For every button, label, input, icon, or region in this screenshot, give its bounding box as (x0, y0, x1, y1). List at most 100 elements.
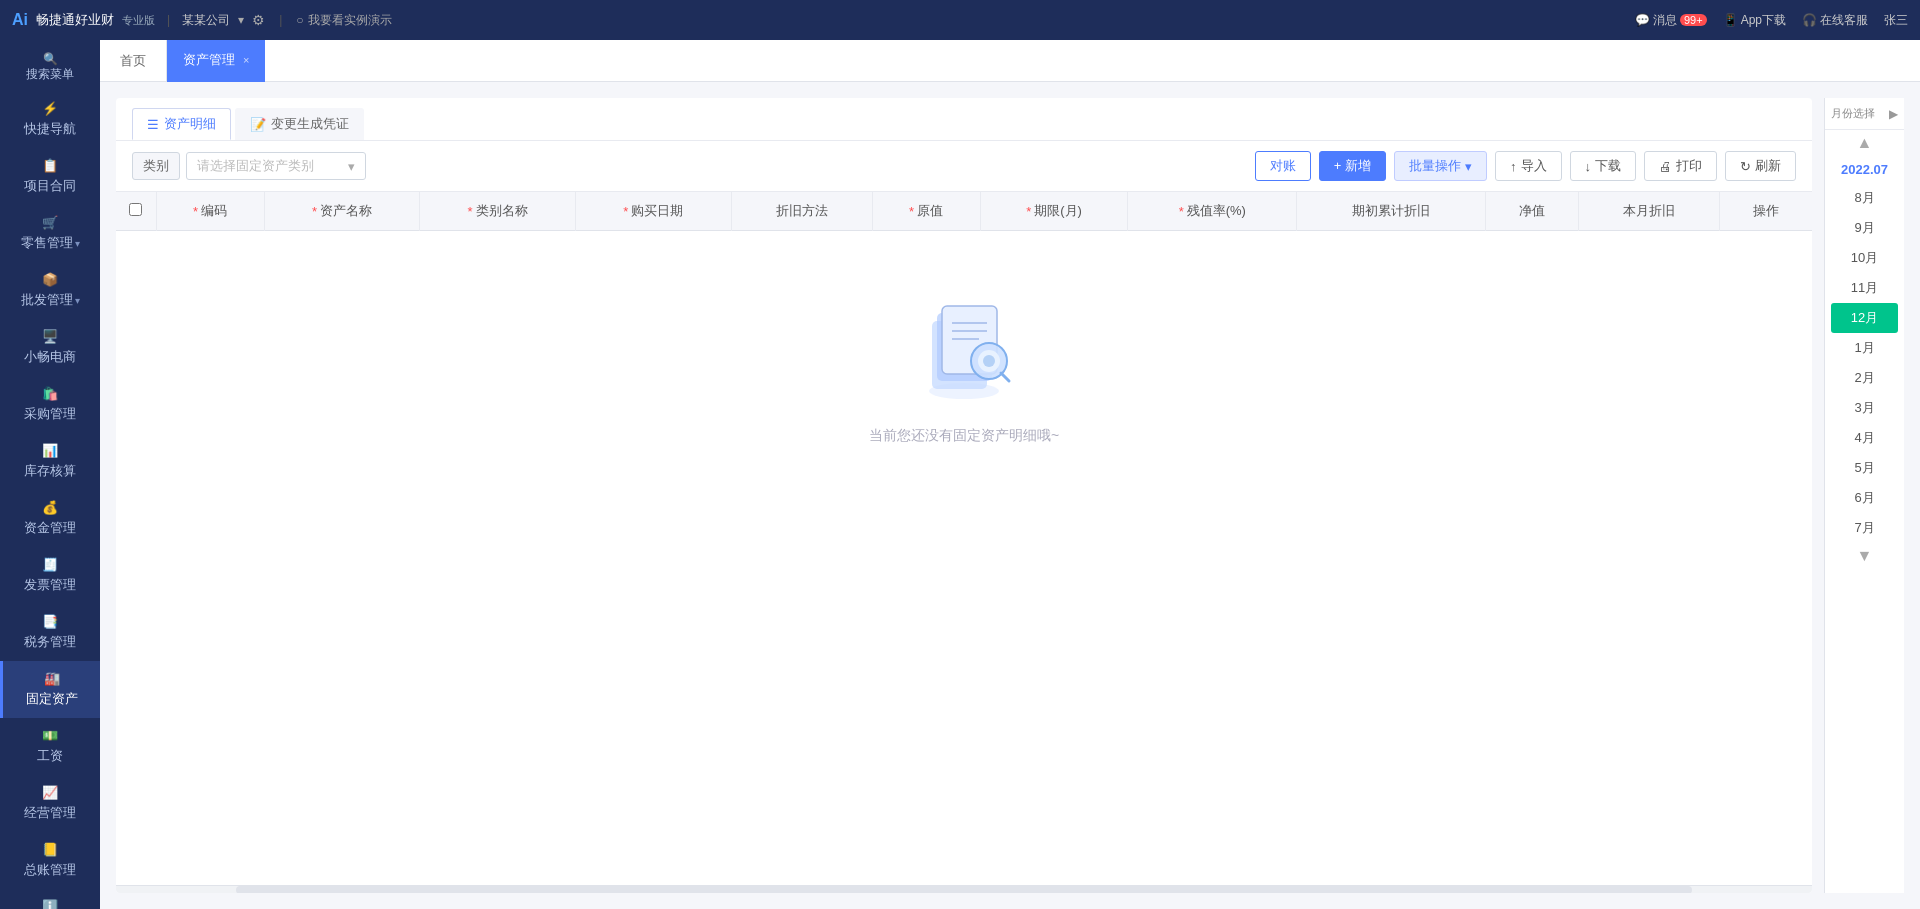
month-item[interactable]: 6月 (1825, 483, 1904, 513)
sidebar-item-wholesale[interactable]: 📦 批发管理 ▾ (0, 262, 100, 319)
import-icon: ↑ (1510, 159, 1517, 174)
inventory-icon: 📊 (42, 443, 58, 458)
add-new-button[interactable]: + 新增 (1319, 151, 1386, 181)
sub-tab-change-voucher[interactable]: 📝 变更生成凭证 (235, 108, 364, 140)
th-residual-rate: *残值率(%) (1128, 192, 1297, 231)
tab-close-icon[interactable]: × (243, 54, 249, 66)
select-all-checkbox[interactable] (129, 203, 142, 216)
message-icon: 💬 (1635, 13, 1650, 27)
th-monthly-depreciation: 本月折旧 (1579, 192, 1720, 231)
scrollbar-track[interactable] (236, 886, 1692, 893)
online-service-btn[interactable]: 🎧 在线客服 (1802, 12, 1868, 29)
month-panel-title: 月份选择 (1831, 106, 1875, 121)
sidebar-item-finance[interactable]: 💰 资金管理 (0, 490, 100, 547)
th-period-months: *期限(月) (980, 192, 1128, 231)
sidebar-item-tax[interactable]: 📑 税务管理 (0, 604, 100, 661)
scrollbar-bottom[interactable] (116, 885, 1812, 893)
payroll-icon: 💵 (42, 728, 58, 743)
refresh-button[interactable]: ↻ 刷新 (1725, 151, 1796, 181)
top-bar-right: 💬 消息 99+ 📱 App下载 🎧 在线客服 张三 (1635, 12, 1908, 29)
th-checkbox (116, 192, 156, 231)
sidebar-search-item[interactable]: 🔍 搜索菜单 (0, 44, 100, 91)
sidebar-item-operations[interactable]: 📈 经营管理 (0, 775, 100, 832)
month-item[interactable]: 11月 (1825, 273, 1904, 303)
tab-home[interactable]: 首页 (100, 40, 167, 82)
month-item[interactable]: 9月 (1825, 213, 1904, 243)
import-button[interactable]: ↑ 导入 (1495, 151, 1562, 181)
sub-tabs: ☰ 资产明细 📝 变更生成凭证 (116, 98, 1812, 141)
sub-tab-asset-detail[interactable]: ☰ 资产明细 (132, 108, 231, 140)
sidebar-item-purchase[interactable]: 🛍️ 采购管理 (0, 376, 100, 433)
sidebar-item-quick-nav[interactable]: ⚡ 快捷导航 (0, 91, 100, 148)
sidebar-item-payroll[interactable]: 💵 工资 (0, 718, 100, 775)
month-item[interactable]: 8月 (1825, 183, 1904, 213)
message-btn[interactable]: 💬 消息 99+ (1635, 12, 1707, 29)
ecommerce-icon: 🖥️ (42, 329, 58, 344)
quick-nav-icon: ⚡ (42, 101, 58, 116)
month-item[interactable]: 3月 (1825, 393, 1904, 423)
tax-icon: 📑 (42, 614, 58, 629)
th-category-name: *类别名称 (420, 192, 576, 231)
fixed-assets-icon: 🏭 (44, 671, 60, 686)
sidebar-item-project-contract[interactable]: 📋 项目合同 (0, 148, 100, 205)
sidebar-item-inventory[interactable]: 📊 库存核算 (0, 433, 100, 490)
ledger-icon: 📒 (42, 842, 58, 857)
sidebar-item-fixed-assets[interactable]: 🏭 固定资产 (0, 661, 100, 718)
toolbar: 类别 请选择固定资产类别 ▾ 对账 + 新增 批量操作 ▾ (116, 141, 1812, 192)
tab-bar: 首页 资产管理 × (100, 40, 1920, 82)
refresh-icon: ↻ (1740, 159, 1751, 174)
download-button[interactable]: ↓ 下载 (1570, 151, 1637, 181)
demo-link[interactable]: ○ 我要看实例演示 (296, 12, 391, 29)
company-dropdown-icon[interactable]: ▾ (238, 13, 244, 27)
print-icon: 🖨 (1659, 159, 1672, 174)
sidebar-item-invoice[interactable]: 🧾 发票管理 (0, 547, 100, 604)
th-actions: 操作 (1720, 192, 1812, 231)
batch-ops-button[interactable]: 批量操作 ▾ (1394, 151, 1487, 181)
app-name: 畅捷通好业财 (36, 11, 114, 29)
month-nav-down[interactable]: ▼ (1825, 543, 1904, 569)
sidebar-item-ecommerce[interactable]: 🖥️ 小畅电商 (0, 319, 100, 376)
message-badge: 99+ (1680, 14, 1707, 26)
invoice-icon: 🧾 (42, 557, 58, 572)
app-download-btn[interactable]: 📱 App下载 (1723, 12, 1786, 29)
app-edition: 专业版 (122, 13, 155, 28)
project-icon: 📋 (42, 158, 58, 173)
top-bar: Ai 畅捷通好业财 专业版 | 某某公司 ▾ ⚙ | ○ 我要看实例演示 💬 消… (0, 0, 1920, 40)
asset-table: *编码 *资产名称 *类别名称 *购买日期 (116, 192, 1812, 231)
th-depreciation-method: 折旧方法 (731, 192, 872, 231)
month-item[interactable]: 1月 (1825, 333, 1904, 363)
headset-icon: 🎧 (1802, 13, 1817, 27)
month-item[interactable]: 5月 (1825, 453, 1904, 483)
top-bar-left: Ai 畅捷通好业财 专业版 | 某某公司 ▾ ⚙ | ○ 我要看实例演示 (12, 11, 392, 29)
month-nav-up[interactable]: ▲ (1825, 130, 1904, 156)
month-panel-collapse-icon[interactable]: ▶ (1889, 107, 1898, 121)
month-list: 8月9月10月11月12月1月2月3月4月5月6月7月 (1825, 183, 1904, 543)
month-item[interactable]: 7月 (1825, 513, 1904, 543)
change-icon: 📝 (250, 117, 266, 132)
user-name: 张三 (1884, 12, 1908, 29)
th-purchase-date: *购买日期 (575, 192, 731, 231)
sidebar-item-basic-info[interactable]: ℹ️ 基础信息 (0, 889, 100, 909)
month-item[interactable]: 2月 (1825, 363, 1904, 393)
finance-icon: 💰 (42, 500, 58, 515)
month-item[interactable]: 12月 (1831, 303, 1898, 333)
sidebar-item-retail[interactable]: 🛒 零售管理 ▾ (0, 205, 100, 262)
tab-asset-mgmt[interactable]: 资产管理 × (167, 40, 265, 82)
month-item[interactable]: 4月 (1825, 423, 1904, 453)
category-select[interactable]: 请选择固定资产类别 ▾ (186, 152, 366, 180)
list-icon: ☰ (147, 117, 159, 132)
retail-arrow-icon: ▾ (75, 238, 80, 249)
retail-icon: 🛒 (42, 215, 58, 230)
basic-info-icon: ℹ️ (42, 899, 58, 909)
month-item[interactable]: 10月 (1825, 243, 1904, 273)
sidebar-item-ledger[interactable]: 📒 总账管理 (0, 832, 100, 889)
th-accumulated-depreciation: 期初累计折旧 (1297, 192, 1486, 231)
settings-gear-icon[interactable]: ⚙ (252, 12, 265, 28)
empty-text: 当前您还没有固定资产明细哦~ (869, 427, 1059, 445)
month-panel: 月份选择 ▶ ▲ 2022.07 8月9月10月11月12月1月2月3月4月5月… (1824, 98, 1904, 893)
reconcile-button[interactable]: 对账 (1255, 151, 1311, 181)
print-button[interactable]: 🖨 打印 (1644, 151, 1717, 181)
operations-icon: 📈 (42, 785, 58, 800)
content-area: 首页 资产管理 × ☰ 资产明细 📝 变更生成凭证 (100, 40, 1920, 909)
th-original-value: *原值 (872, 192, 980, 231)
